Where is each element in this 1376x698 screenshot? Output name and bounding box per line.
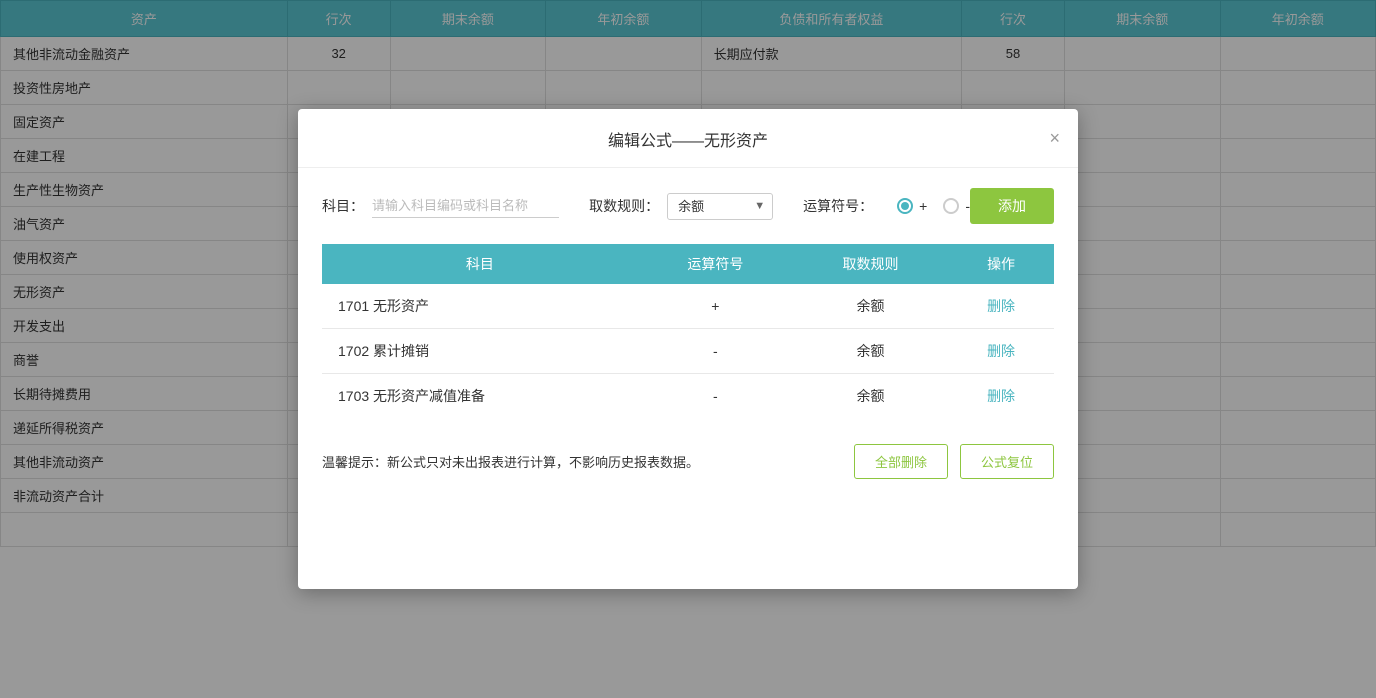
operator-label: 运算符号： xyxy=(803,196,873,216)
formula-operator: - xyxy=(638,374,793,419)
reset-formula-button[interactable]: 公式复位 xyxy=(960,444,1054,479)
formula-rule: 余额 xyxy=(793,284,948,329)
modal-title: 编辑公式——无形资产 xyxy=(608,127,768,151)
formula-action: 删除 xyxy=(948,329,1054,374)
subject-input[interactable] xyxy=(372,194,559,218)
formula-rule: 余额 xyxy=(793,329,948,374)
modal-header: 编辑公式——无形资产 × xyxy=(298,109,1078,168)
edit-formula-modal: 编辑公式——无形资产 × 科目： 取数规则： 余额 借方 贷方 借方发生额 贷方… xyxy=(298,109,1078,589)
add-button[interactable]: 添加 xyxy=(970,188,1054,224)
modal-footer: 温馨提示：新公式只对未出报表进行计算，不影响历史报表数据。 全部删除 公式复位 xyxy=(298,428,1078,499)
table-header-action: 操作 xyxy=(948,244,1054,284)
footer-tip: 温馨提示：新公式只对未出报表进行计算，不影响历史报表数据。 xyxy=(322,452,699,471)
formula-rule: 余额 xyxy=(793,374,948,419)
formula-subject: 1702 累计摊销 xyxy=(322,329,638,374)
table-header-subject: 科目 xyxy=(322,244,638,284)
formula-action: 删除 xyxy=(948,284,1054,329)
formula-table: 科目 运算符号 取数规则 操作 1701 无形资产 + 余额 删除 1702 累… xyxy=(322,244,1054,418)
operator-plus-option[interactable]: + xyxy=(897,198,927,214)
radio-minus-circle xyxy=(943,198,959,214)
formula-row: 1703 无形资产减值准备 - 余额 删除 xyxy=(322,374,1054,419)
formula-subject: 1703 无形资产减值准备 xyxy=(322,374,638,419)
rule-section: 取数规则： 余额 借方 贷方 借方发生额 贷方发生额 ▼ xyxy=(589,193,773,220)
formula-action: 删除 xyxy=(948,374,1054,419)
rule-label: 取数规则： xyxy=(589,196,659,216)
rule-select-wrapper: 余额 借方 贷方 借方发生额 贷方发生额 ▼ xyxy=(667,193,773,220)
table-header-operator: 运算符号 xyxy=(638,244,793,284)
form-row: 科目： 取数规则： 余额 借方 贷方 借方发生额 贷方发生额 ▼ 运算符号： xyxy=(298,168,1078,244)
formula-operator: - xyxy=(638,329,793,374)
delete-row-link[interactable]: 删除 xyxy=(987,298,1015,314)
rule-select[interactable]: 余额 借方 贷方 借方发生额 贷方发生额 xyxy=(667,193,773,220)
operator-group: 运算符号： + - xyxy=(803,196,970,216)
formula-table-wrapper: 科目 运算符号 取数规则 操作 1701 无形资产 + 余额 删除 1702 累… xyxy=(298,244,1078,418)
close-button[interactable]: × xyxy=(1049,129,1060,147)
operator-minus-option[interactable]: - xyxy=(943,198,970,214)
delete-row-link[interactable]: 删除 xyxy=(987,343,1015,359)
radio-plus-circle xyxy=(897,198,913,214)
formula-row: 1701 无形资产 + 余额 删除 xyxy=(322,284,1054,329)
table-header-rule: 取数规则 xyxy=(793,244,948,284)
delete-row-link[interactable]: 删除 xyxy=(987,388,1015,404)
delete-all-button[interactable]: 全部删除 xyxy=(854,444,948,479)
operator-plus-label: + xyxy=(919,198,927,214)
formula-operator: + xyxy=(638,284,793,329)
formula-subject: 1701 无形资产 xyxy=(322,284,638,329)
footer-buttons: 全部删除 公式复位 xyxy=(854,444,1054,479)
formula-row: 1702 累计摊销 - 余额 删除 xyxy=(322,329,1054,374)
subject-label: 科目： xyxy=(322,196,364,216)
modal-overlay: 编辑公式——无形资产 × 科目： 取数规则： 余额 借方 贷方 借方发生额 贷方… xyxy=(0,0,1376,698)
